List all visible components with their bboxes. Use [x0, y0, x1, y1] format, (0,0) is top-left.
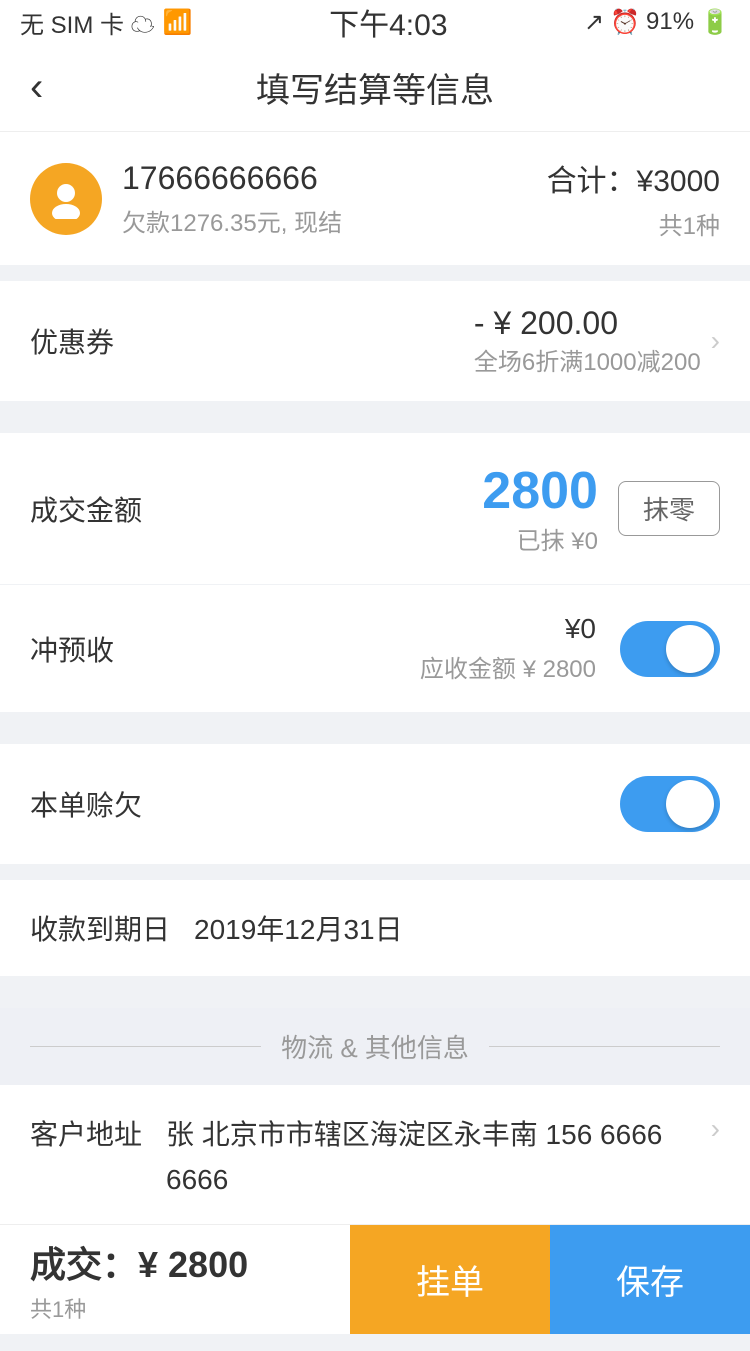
debt-toggle[interactable] [620, 776, 720, 832]
prepay-toggle[interactable] [620, 621, 720, 677]
deal-amount-row: 成交金额 2800 已抹 ¥0 抹零 [0, 433, 750, 585]
prepay-row: 冲预收 ¥0 应收金额 ¥ 2800 [0, 585, 750, 712]
due-date-value: 2019年12月31日 [194, 908, 403, 948]
order-count: 共1种 [547, 206, 720, 241]
prepay-sub: 应收金额 ¥ 2800 [420, 649, 596, 684]
debt-label: 本单赊欠 [30, 784, 142, 824]
footer-amount: 成交：¥ 2800 [30, 1236, 320, 1288]
amount-block: 2800 已抹 ¥0 抹零 [482, 461, 720, 556]
address-label: 客户地址 [30, 1113, 150, 1153]
footer-amount-value: ¥ 2800 [138, 1244, 248, 1285]
round-zero-button[interactable]: 抹零 [618, 481, 720, 536]
footer-deal-label: 成交： [30, 1244, 138, 1285]
section-divider-1 [0, 417, 750, 433]
deal-amount-section: 成交金额 2800 已抹 ¥0 抹零 冲预收 ¥0 应收金额 ¥ 2800 [0, 433, 750, 712]
deal-amount-value: 2800 [482, 461, 598, 521]
address-chevron-icon: › [711, 1113, 720, 1145]
customer-phone: 17666666666 [122, 160, 342, 197]
deal-amount-sub: 已抹 ¥0 [482, 521, 598, 556]
save-button[interactable]: 保存 [550, 1225, 750, 1334]
due-date-label: 收款到期日 [30, 908, 170, 948]
section-divider-2 [0, 728, 750, 744]
battery-icon: 🔋 [700, 8, 730, 37]
sim-status: 无 SIM 卡 ☁ [20, 5, 155, 40]
page-title: 填写结算等信息 [256, 63, 494, 112]
battery-text: 91% [646, 8, 694, 36]
prepay-right: ¥0 应收金额 ¥ 2800 [420, 613, 596, 684]
hold-order-button[interactable]: 挂单 [350, 1225, 550, 1334]
customer-card: 17666666666 欠款1276.35元, 现结 合计：¥3000 共1种 [0, 132, 750, 265]
customer-info: 17666666666 欠款1276.35元, 现结 [122, 160, 342, 238]
footer: 成交：¥ 2800 共1种 挂单 保存 [0, 1224, 750, 1334]
logistics-line-left [30, 1046, 261, 1047]
coupon-detail: 全场6折满1000减200 [474, 342, 701, 377]
customer-right: 合计：¥3000 共1种 [547, 156, 720, 241]
section-divider-3 [0, 992, 750, 1008]
logistics-header: 物流 & 其他信息 [0, 1008, 750, 1085]
status-time: 下午4:03 [329, 0, 447, 44]
alarm-icon: ⏰ [610, 8, 640, 37]
coupon-discount: - ¥ 200.00 [474, 305, 701, 342]
footer-info: 成交：¥ 2800 共1种 [0, 1225, 350, 1334]
location-icon: ↗ [584, 8, 604, 37]
prepay-label: 冲预收 [30, 629, 114, 669]
header: ‹ 填写结算等信息 [0, 44, 750, 132]
deal-amount-label: 成交金额 [30, 489, 142, 529]
due-date-row: 收款到期日 2019年12月31日 [0, 880, 750, 976]
avatar [30, 163, 102, 235]
prepay-amount: ¥0 [420, 613, 596, 645]
coupon-label: 优惠券 [30, 321, 114, 361]
order-total: 合计：¥3000 [547, 156, 720, 200]
status-right: ↗ ⏰ 91% 🔋 [584, 8, 730, 37]
chevron-right-icon: › [711, 325, 720, 357]
customer-left: 17666666666 欠款1276.35元, 现结 [30, 160, 342, 238]
footer-count: 共1种 [30, 1292, 320, 1324]
debt-row: 本单赊欠 [0, 744, 750, 864]
address-row[interactable]: 客户地址 张 北京市市辖区海淀区永丰南 156 6666 6666 › [0, 1085, 750, 1231]
status-bar: 无 SIM 卡 ☁ 📶 下午4:03 ↗ ⏰ 91% 🔋 [0, 0, 750, 44]
logistics-label: 物流 & 其他信息 [281, 1028, 469, 1065]
logistics-line-right [489, 1046, 720, 1047]
status-left: 无 SIM 卡 ☁ 📶 [20, 5, 193, 40]
customer-debt: 欠款1276.35元, 现结 [122, 203, 342, 238]
back-button[interactable]: ‹ [30, 65, 43, 110]
wifi-icon: 📶 [163, 8, 193, 37]
coupon-row[interactable]: 优惠券 - ¥ 200.00 全场6折满1000减200 › [0, 281, 750, 401]
address-value: 张 北京市市辖区海淀区永丰南 156 6666 6666 [166, 1113, 695, 1203]
coupon-right: - ¥ 200.00 全场6折满1000减200 › [474, 305, 720, 377]
